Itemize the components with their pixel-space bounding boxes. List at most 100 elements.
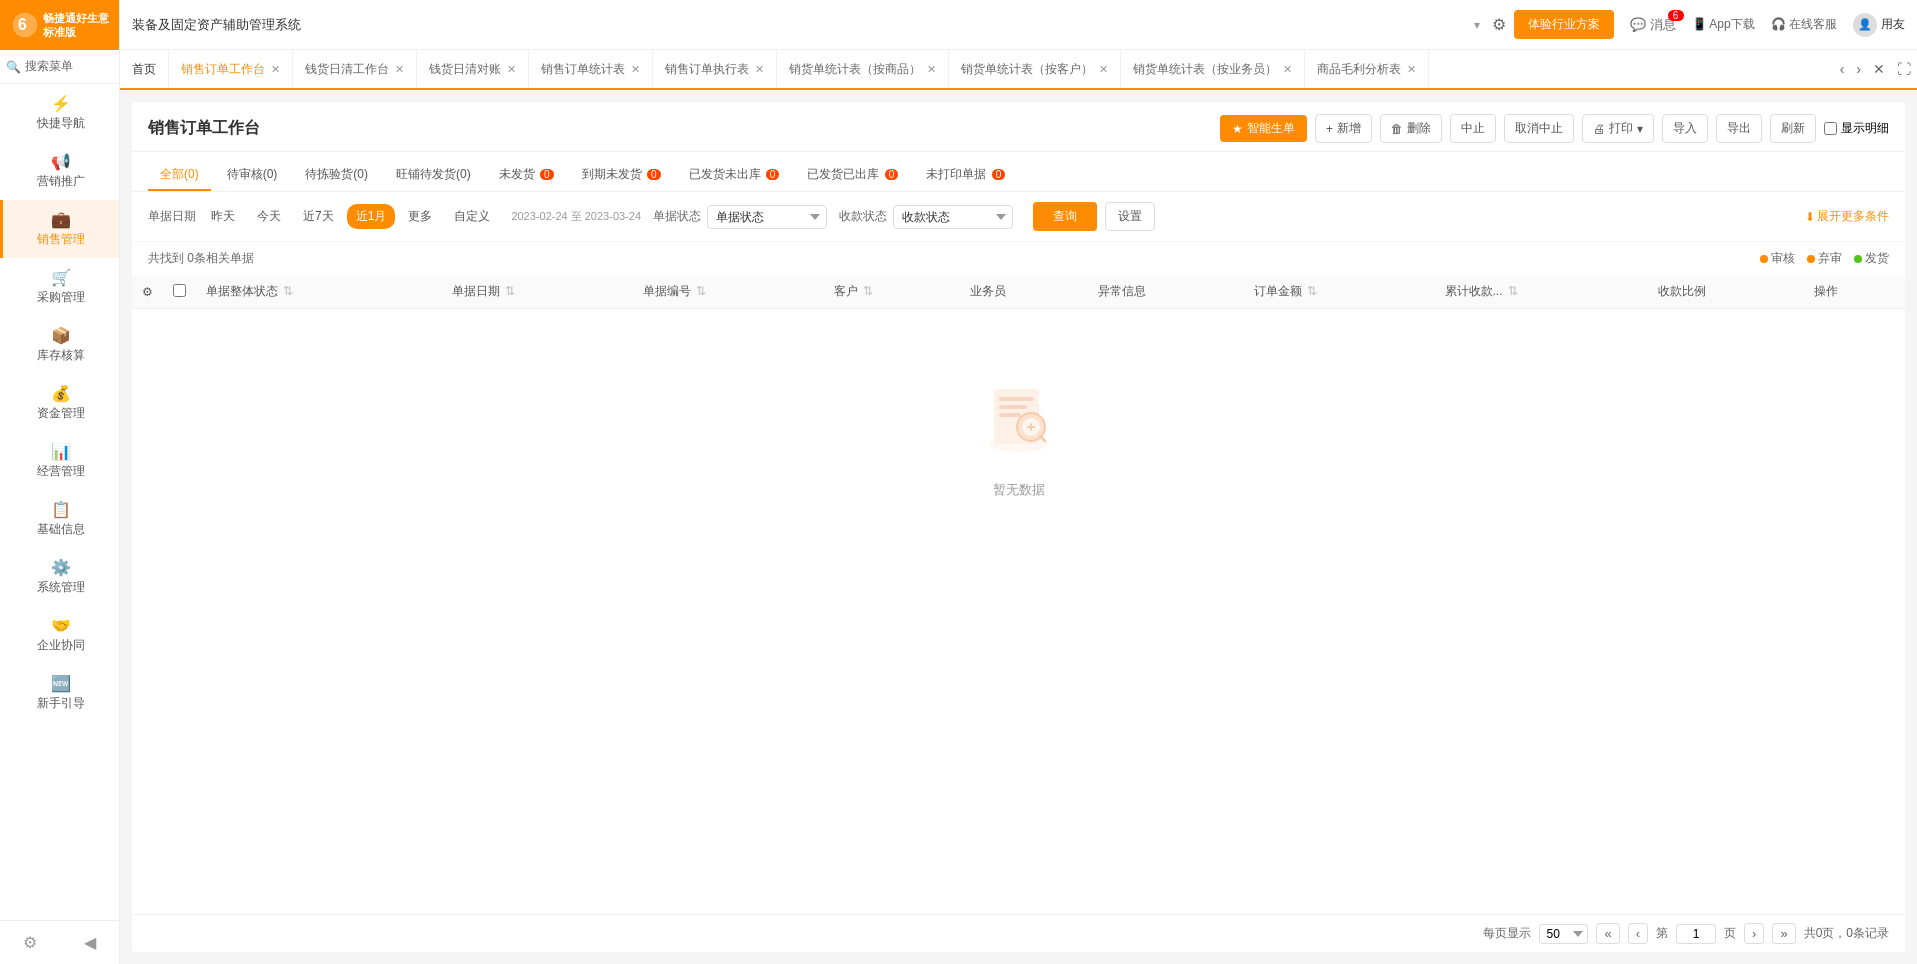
tab-close-all-btn[interactable]: ✕ — [1867, 50, 1891, 89]
sub-tab-shipped-not-out[interactable]: 已发货未出库 0 — [677, 160, 792, 191]
page-number-input[interactable] — [1676, 924, 1716, 944]
date-yesterday-btn[interactable]: 昨天 — [202, 204, 244, 229]
page-label: 第 — [1656, 925, 1668, 942]
th-number-sort-icon[interactable]: ⇅ — [696, 284, 706, 298]
refresh-btn[interactable]: 刷新 — [1770, 114, 1816, 143]
tab-margin-analysis[interactable]: 商品毛利分析表 ✕ — [1305, 50, 1429, 89]
user-btn[interactable]: 👤 用友 — [1853, 13, 1905, 37]
sub-tab-wangpu[interactable]: 旺铺待发货(0) — [384, 160, 483, 191]
sidebar-item-finance[interactable]: 💰 资金管理 — [0, 374, 119, 432]
tab-close-sales-stat[interactable]: ✕ — [631, 63, 640, 76]
tab-cash-daily[interactable]: 钱货日清工作台 ✕ — [293, 50, 417, 89]
date-more-btn[interactable]: 更多 — [399, 204, 441, 229]
sidebar-item-marketing[interactable]: 📢 营销推广 — [0, 142, 119, 200]
sub-tab-expired-not-shipped[interactable]: 到期未发货 0 — [570, 160, 673, 191]
tab-close-sales-stat-product[interactable]: ✕ — [927, 63, 936, 76]
user-name: 用友 — [1881, 16, 1905, 33]
tab-sales-exec[interactable]: 销售订单执行表 ✕ — [653, 50, 777, 89]
system-chevron-icon[interactable]: ▾ — [1474, 18, 1480, 32]
export-btn[interactable]: 导出 — [1716, 114, 1762, 143]
show-detail-toggle[interactable]: 显示明细 — [1824, 120, 1889, 137]
date-today-btn[interactable]: 今天 — [248, 204, 290, 229]
sidebar-search-item[interactable]: 🔍 搜索菜单 — [0, 50, 119, 84]
sub-tab-not-shipped[interactable]: 未发货 0 — [487, 160, 566, 191]
last-page-btn[interactable]: » — [1772, 923, 1795, 944]
sidebar-item-label: 采购管理 — [37, 289, 85, 306]
service-btn[interactable]: 🎧 在线客服 — [1771, 16, 1837, 33]
tab-close-cash-daily[interactable]: ✕ — [395, 63, 404, 76]
sub-tab-pending-inspect[interactable]: 待拣验货(0) — [293, 160, 380, 191]
tab-close-sales-exec[interactable]: ✕ — [755, 63, 764, 76]
industry-btn[interactable]: 体验行业方案 — [1514, 10, 1614, 39]
th-status-sort-icon[interactable]: ⇅ — [283, 284, 293, 298]
tab-sales-order[interactable]: 销售订单工作台 ✕ — [169, 50, 293, 90]
tab-sales-stat-product[interactable]: 销货单统计表（按商品） ✕ — [777, 50, 949, 89]
tab-prev-btn[interactable]: ‹ — [1834, 50, 1851, 89]
sidebar-item-cooperation[interactable]: 🤝 企业协同 — [0, 606, 119, 664]
print-btn[interactable]: 🖨 打印 ▾ — [1582, 114, 1654, 143]
sidebar-item-basic-info[interactable]: 📋 基础信息 — [0, 490, 119, 548]
cancel-pause-btn[interactable]: 取消中止 — [1504, 114, 1574, 143]
setting-btn[interactable]: 设置 — [1105, 202, 1155, 231]
prev-page-btn[interactable]: ‹ — [1628, 923, 1648, 944]
topbar-gear-icon[interactable]: ⚙ — [1492, 15, 1506, 34]
smart-order-btn[interactable]: ★ 智能生单 — [1220, 115, 1307, 142]
page-size-select[interactable]: 50 10 20 100 — [1539, 924, 1588, 944]
sidebar-item-inventory[interactable]: 📦 库存核算 — [0, 316, 119, 374]
tab-home[interactable]: 首页 — [120, 50, 169, 89]
tab-sales-stat[interactable]: 销售订单统计表 ✕ — [529, 50, 653, 89]
tab-next-btn[interactable]: › — [1850, 50, 1867, 89]
th-customer-sort-icon[interactable]: ⇅ — [863, 284, 873, 298]
sub-tab-shipped-out[interactable]: 已发货已出库 0 — [795, 160, 910, 191]
sidebar-bottom: ⚙ ◀ — [0, 920, 119, 964]
query-btn[interactable]: 查询 — [1033, 202, 1097, 231]
add-btn[interactable]: + 新增 — [1315, 114, 1372, 143]
sidebar-item-purchase[interactable]: 🛒 采购管理 — [0, 258, 119, 316]
message-btn[interactable]: 💬 消息 6 — [1630, 16, 1676, 34]
tab-sales-stat-customer[interactable]: 销货单统计表（按客户） ✕ — [949, 50, 1121, 89]
sub-tab-all[interactable]: 全部(0) — [148, 160, 211, 191]
next-page-btn[interactable]: › — [1744, 923, 1764, 944]
date-1month-btn[interactable]: 近1月 — [347, 204, 396, 229]
import-btn[interactable]: 导入 — [1662, 114, 1708, 143]
show-detail-checkbox[interactable] — [1824, 122, 1837, 135]
payment-select[interactable]: 收款状态 — [893, 205, 1013, 229]
sidebar-item-operations[interactable]: 📊 经营管理 — [0, 432, 119, 490]
delete-btn[interactable]: 🗑 删除 — [1380, 114, 1442, 143]
tab-close-sales-order[interactable]: ✕ — [271, 63, 280, 76]
first-page-btn[interactable]: « — [1596, 923, 1619, 944]
th-amount-sort-icon[interactable]: ⇅ — [1307, 284, 1317, 298]
th-date-sort-icon[interactable]: ⇅ — [505, 284, 515, 298]
pause-label: 中止 — [1461, 120, 1485, 137]
date-custom-btn[interactable]: 自定义 — [445, 204, 499, 229]
tab-fullscreen-btn[interactable]: ⛶ — [1891, 50, 1917, 89]
ship-action[interactable]: 发货 — [1854, 250, 1889, 267]
review-action[interactable]: 审核 — [1760, 250, 1795, 267]
tab-close-margin-analysis[interactable]: ✕ — [1407, 63, 1416, 76]
marketing-icon: 📢 — [51, 152, 71, 171]
th-collected-sort-icon[interactable]: ⇅ — [1508, 284, 1518, 298]
th-checkbox — [163, 275, 196, 309]
sidebar-item-sales[interactable]: 💼 销售管理 — [0, 200, 119, 258]
tab-cash-reconcile[interactable]: 钱货日清对账 ✕ — [417, 50, 529, 89]
tab-close-cash-reconcile[interactable]: ✕ — [507, 63, 516, 76]
expand-more-btn[interactable]: ⬇ 展开更多条件 — [1805, 208, 1889, 225]
tab-close-sales-stat-staff[interactable]: ✕ — [1283, 63, 1292, 76]
tab-sales-stat-staff[interactable]: 销货单统计表（按业务员） ✕ — [1121, 50, 1305, 89]
tab-close-sales-stat-customer[interactable]: ✕ — [1099, 63, 1108, 76]
sidebar-item-system[interactable]: ⚙️ 系统管理 — [0, 548, 119, 606]
sub-tab-not-printed[interactable]: 未打印单据 0 — [914, 160, 1017, 191]
app-download-btn[interactable]: 📱 App下载 — [1692, 16, 1755, 33]
pause-btn[interactable]: 中止 — [1450, 114, 1496, 143]
select-all-checkbox[interactable] — [173, 284, 186, 297]
svg-rect-4 — [999, 397, 1034, 401]
status-select[interactable]: 单据状态 — [707, 205, 827, 229]
collapse-icon[interactable]: ◀ — [80, 929, 100, 956]
sidebar-item-guide[interactable]: 🆕 新手引导 — [0, 664, 119, 722]
settings-icon[interactable]: ⚙ — [19, 929, 41, 956]
sub-tab-pending-review[interactable]: 待审核(0) — [215, 160, 290, 191]
app-download-label: App下载 — [1709, 17, 1754, 31]
sidebar-item-quick-nav[interactable]: ⚡ 快捷导航 — [0, 84, 119, 142]
unreview-action[interactable]: 弃审 — [1807, 250, 1842, 267]
date-7days-btn[interactable]: 近7天 — [294, 204, 343, 229]
